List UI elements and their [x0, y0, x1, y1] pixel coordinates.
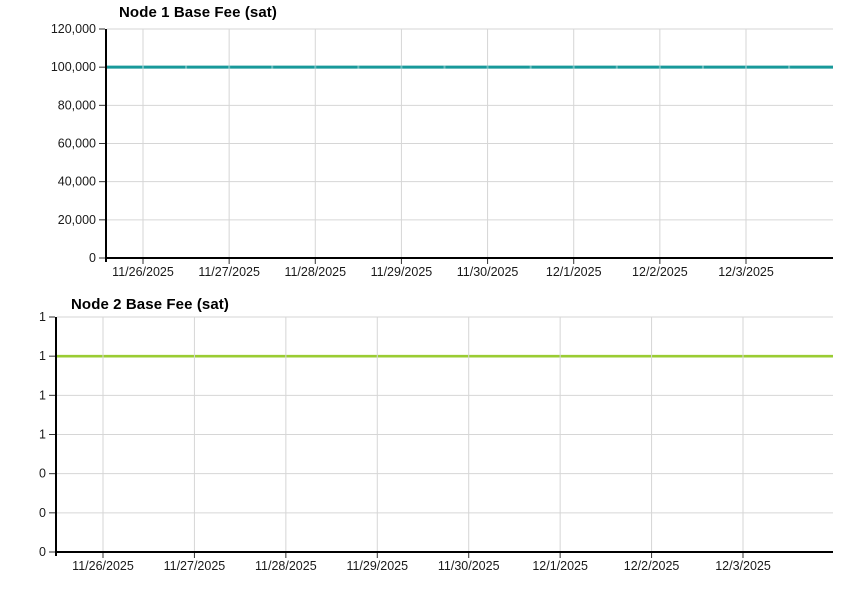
- y-tick-label: 60,000: [58, 137, 96, 151]
- x-tick-label: 12/3/2025: [715, 559, 771, 573]
- x-axis: [55, 551, 833, 553]
- y-tick-label: 1: [39, 388, 46, 402]
- y-tick-label: 100,000: [51, 60, 96, 74]
- y-tick-label: 0: [89, 251, 96, 265]
- x-tick-label: 11/30/2025: [457, 265, 519, 279]
- node-2-chart-canvas: 0 0 0 1 1 1 1 11/26/2025 11/27/2025 11/28/2025 11/…: [0, 295, 860, 600]
- y-tick-label: 0: [39, 506, 46, 520]
- x-tick-label: 12/1/2025: [546, 265, 602, 279]
- data-point-marker: [788, 66, 790, 69]
- data-point-marker: [357, 66, 359, 69]
- data-point-marker: [530, 66, 532, 69]
- node-1-chart-canvas: 0 20,000 40,000 60,000 80,000 100,000 120,000 1…: [0, 0, 860, 292]
- base-fee-dashboard: Node 1 Base Fee (sat) 020,00040,00060,00…: [0, 0, 860, 600]
- data-point-marker: [444, 66, 446, 69]
- chart-node-2-base-fee: Node 2 Base Fee (sat) 000111111/26/20251…: [0, 295, 860, 600]
- x-tick-label: 11/26/2025: [72, 559, 134, 573]
- x-tick-label: 12/1/2025: [532, 559, 588, 573]
- y-tick-label: 0: [39, 467, 46, 481]
- data-point-marker: [702, 66, 704, 69]
- data-point-marker: [271, 66, 273, 69]
- x-tick-label: 11/29/2025: [346, 559, 408, 573]
- data-point-marker: [616, 66, 618, 69]
- y-tick-label: 0: [39, 545, 46, 559]
- y-tick-label: 80,000: [58, 98, 96, 112]
- data-point-marker: [314, 66, 316, 69]
- y-tick-label: 40,000: [58, 175, 96, 189]
- x-tick-label: 11/27/2025: [164, 559, 226, 573]
- data-point-marker: [185, 66, 187, 69]
- data-point-marker: [142, 66, 144, 69]
- data-point-marker: [659, 66, 661, 69]
- y-tick-label: 1: [39, 428, 46, 442]
- y-tick-label: 20,000: [58, 213, 96, 227]
- data-point-marker: [487, 66, 489, 69]
- y-tick-label: 1: [39, 349, 46, 363]
- x-tick-label: 12/3/2025: [718, 265, 774, 279]
- x-tick-label: 11/28/2025: [255, 559, 317, 573]
- x-tick-label: 11/26/2025: [112, 265, 174, 279]
- x-axis: [105, 257, 833, 259]
- data-point-marker: [400, 66, 402, 69]
- chart-node-1-base-fee: Node 1 Base Fee (sat) 020,00040,00060,00…: [0, 0, 860, 292]
- y-axis: [55, 317, 57, 556]
- x-tick-label: 11/27/2025: [198, 265, 260, 279]
- y-tick-label: 1: [39, 310, 46, 324]
- data-point-marker: [228, 66, 230, 69]
- x-tick-label: 11/28/2025: [284, 265, 346, 279]
- data-point-marker: [573, 66, 575, 69]
- x-tick-label: 11/29/2025: [371, 265, 433, 279]
- y-axis: [105, 29, 107, 262]
- y-tick-label: 120,000: [51, 22, 96, 36]
- x-tick-label: 11/30/2025: [438, 559, 500, 573]
- data-point-marker: [745, 66, 747, 69]
- x-tick-label: 12/2/2025: [624, 559, 680, 573]
- x-tick-label: 12/2/2025: [632, 265, 688, 279]
